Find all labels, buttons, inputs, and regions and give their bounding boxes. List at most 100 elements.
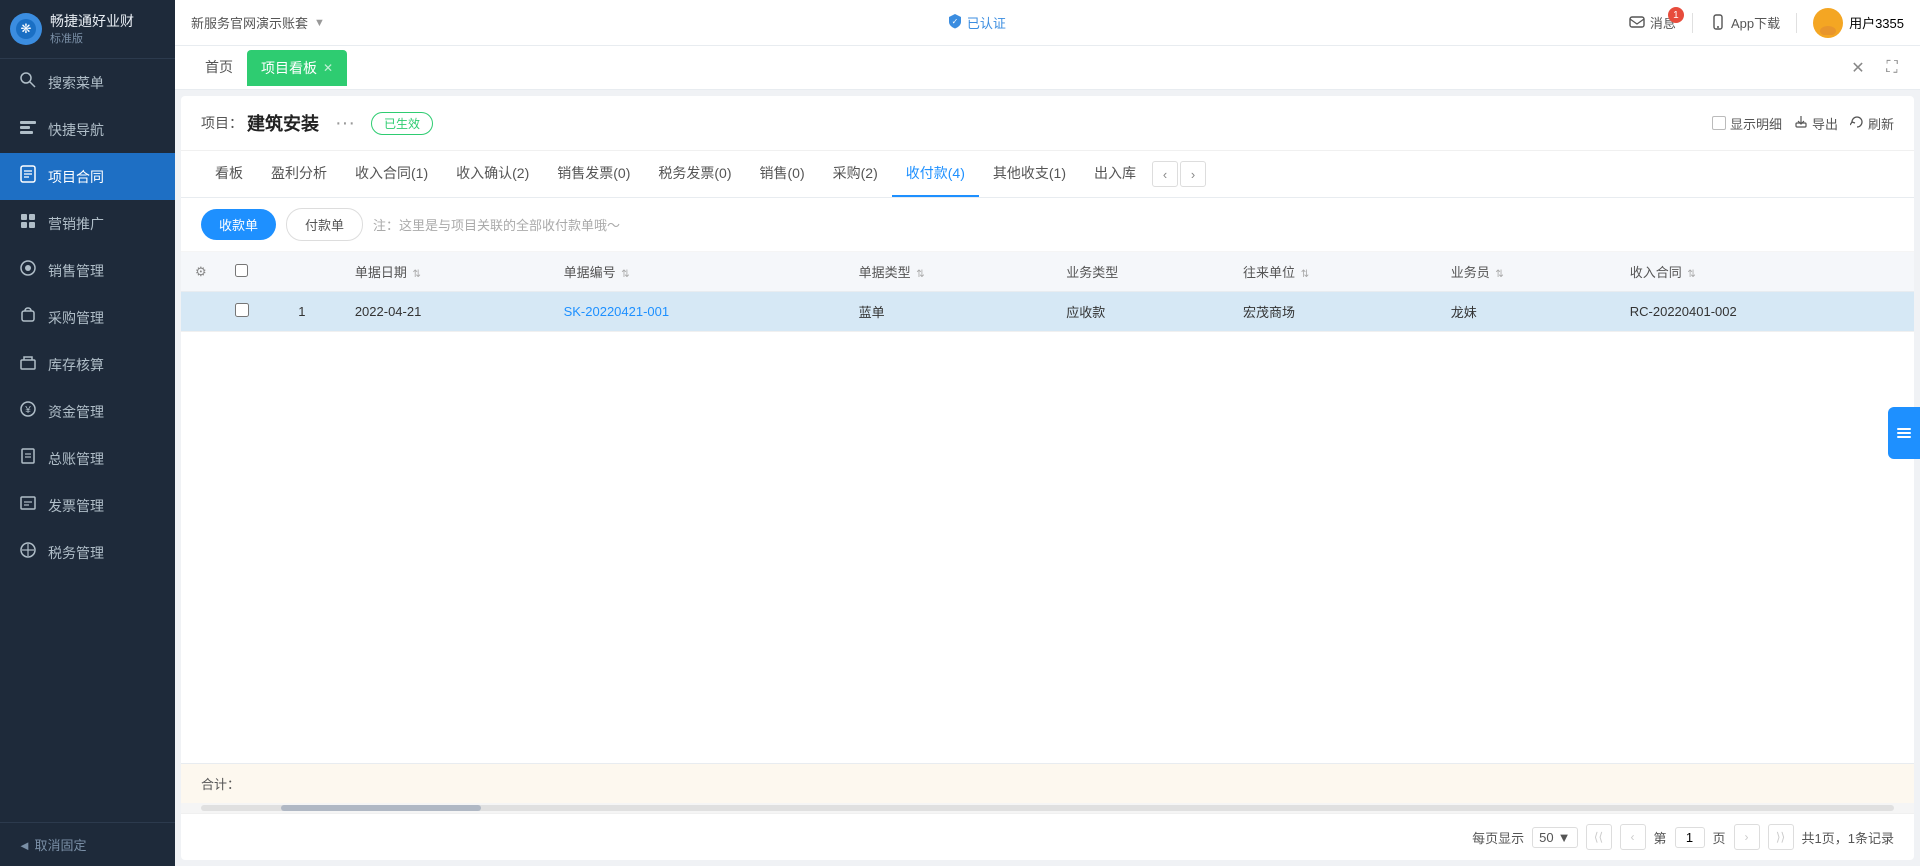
project-more-btn[interactable]: ··· <box>335 112 355 135</box>
message-btn[interactable]: 消息 1 <box>1628 13 1676 32</box>
td-type: 蓝单 <box>845 292 1053 332</box>
sidebar-item-project-contract[interactable]: 项目合同 <box>0 153 175 200</box>
th-partner[interactable]: 往来单位 ⇅ <box>1229 252 1437 292</box>
sidebar-item-label: 资金管理 <box>48 402 104 422</box>
sidebar-item-search[interactable]: 搜索菜单 <box>0 59 175 106</box>
sidebar-item-quick-nav[interactable]: 快捷导航 <box>0 106 175 153</box>
page-prev-btn[interactable]: ‹ <box>1620 824 1646 850</box>
td-code[interactable]: SK-20220421-001 <box>550 292 845 332</box>
tab-close-icon[interactable]: ✕ <box>323 61 333 75</box>
tab-project-board[interactable]: 项目看板 ✕ <box>247 50 347 86</box>
sidebar-item-sales-mgmt[interactable]: 销售管理 <box>0 247 175 294</box>
settings-icon[interactable]: ⚙ <box>195 264 207 279</box>
page-next-btn[interactable]: › <box>1734 824 1760 850</box>
td-date: 2022-04-21 <box>341 292 550 332</box>
project-status-badge: 已生效 <box>371 112 433 135</box>
sidebar-item-tax-mgmt[interactable]: 税务管理 <box>0 529 175 576</box>
float-btn-icon <box>1894 423 1914 443</box>
td-partner: 宏茂商场 <box>1229 292 1437 332</box>
th-code[interactable]: 单据编号 ⇅ <box>550 252 845 292</box>
filter-payment-btn[interactable]: 付款单 <box>286 208 363 241</box>
scrollbar-thumb[interactable] <box>281 805 481 811</box>
th-settings[interactable]: ⚙ <box>181 252 221 292</box>
per-page-label: 每页显示 <box>1472 828 1524 847</box>
sub-tab-next-btn[interactable]: › <box>1180 161 1206 187</box>
sub-tab-tax-invoice[interactable]: 税务发票(0) <box>644 151 745 197</box>
shield-icon: ✓ <box>947 13 963 32</box>
sub-tab-income-confirm[interactable]: 收入确认(2) <box>442 151 543 197</box>
app-name-block: 畅捷通好业财 标准版 <box>50 12 134 46</box>
topbar: 新服务官网演示账套 ▼ ✓ 已认证 消息 1 App下载 <box>175 0 1920 46</box>
sidebar-item-label: 项目合同 <box>48 167 104 187</box>
show-detail-checkbox-box[interactable] <box>1712 116 1726 130</box>
partner-sort-icon: ⇅ <box>1301 269 1309 280</box>
sub-tab-receipt-payment[interactable]: 收付款(4) <box>892 151 979 197</box>
sidebar-unpin-btn[interactable]: ◄ 取消固定 <box>0 822 175 866</box>
horizontal-scrollbar[interactable] <box>181 803 1914 813</box>
user-menu-btn[interactable]: 用户3355 <box>1813 8 1904 38</box>
sub-tab-prev-btn[interactable]: ‹ <box>1152 161 1178 187</box>
demo-account-label[interactable]: 新服务官网演示账套 ▼ <box>191 13 325 32</box>
tax-mgmt-icon <box>18 541 38 564</box>
page-last-btn[interactable]: ⟩⟩ <box>1768 824 1794 850</box>
demo-dropdown-arrow[interactable]: ▼ <box>314 17 325 29</box>
scrollbar-track[interactable] <box>201 805 1894 811</box>
sub-tab-profit[interactable]: 盈利分析 <box>257 151 341 197</box>
page-label: 第 <box>1654 828 1667 847</box>
th-salesperson[interactable]: 业务员 ⇅ <box>1437 252 1616 292</box>
sub-tab-purchase[interactable]: 采购(2) <box>819 151 892 197</box>
sub-tabs: 看板 盈利分析 收入合同(1) 收入确认(2) 销售发票(0) 税务发票(0) … <box>181 151 1914 198</box>
sidebar-scroll: 搜索菜单 快捷导航 项目合同 营销推广 销售管理 <box>0 59 175 822</box>
sub-tab-in-out[interactable]: 出入库 <box>1080 151 1150 197</box>
sub-tab-sales-invoice[interactable]: 销售发票(0) <box>543 151 644 197</box>
th-date[interactable]: 单据日期 ⇅ <box>341 252 550 292</box>
phone-icon <box>1709 14 1727 32</box>
finance-icon: ¥ <box>18 400 38 423</box>
window-close-btn[interactable]: ✕ <box>1846 56 1870 80</box>
tab-home[interactable]: 首页 <box>191 47 247 89</box>
right-float-btn[interactable] <box>1888 407 1920 459</box>
record-link[interactable]: SK-20220421-001 <box>564 304 670 319</box>
sub-tab-income-contract[interactable]: 收入合同(1) <box>341 151 442 197</box>
svg-text:✓: ✓ <box>952 17 959 26</box>
code-sort-icon: ⇅ <box>621 269 629 280</box>
page-size-value: 50 <box>1539 830 1553 845</box>
message-icon <box>1628 14 1646 32</box>
svg-text:¥: ¥ <box>24 405 31 416</box>
sidebar-item-invoice-mgmt[interactable]: 发票管理 <box>0 482 175 529</box>
type-sort-icon: ⇅ <box>916 269 924 280</box>
project-contract-icon <box>18 165 38 188</box>
page-first-btn[interactable]: ⟨⟨ <box>1586 824 1612 850</box>
th-type[interactable]: 单据类型 ⇅ <box>845 252 1053 292</box>
tab-project-board-label: 项目看板 <box>261 58 317 78</box>
refresh-btn[interactable]: 刷新 <box>1850 114 1894 133</box>
sub-tab-kanban[interactable]: 看板 <box>201 151 257 197</box>
sidebar-item-marketing[interactable]: 营销推广 <box>0 200 175 247</box>
message-badge: 1 <box>1668 7 1684 23</box>
show-detail-checkbox[interactable]: 显示明细 <box>1712 114 1782 133</box>
th-income-contract[interactable]: 收入合同 ⇅ <box>1616 252 1914 292</box>
sales-mgmt-icon <box>18 259 38 282</box>
page-number-input[interactable] <box>1675 827 1705 848</box>
sidebar-item-ledger[interactable]: 总账管理 <box>0 435 175 482</box>
row-checkbox[interactable] <box>235 303 249 317</box>
sidebar-item-purchase-mgmt[interactable]: 采购管理 <box>0 294 175 341</box>
sidebar-item-label: 库存核算 <box>48 355 104 375</box>
app-edition: 标准版 <box>50 30 134 46</box>
window-maximize-btn[interactable]: ⛶ <box>1880 56 1904 80</box>
app-download-btn[interactable]: App下载 <box>1709 13 1780 32</box>
td-checkbox[interactable] <box>221 292 263 332</box>
select-all-checkbox[interactable] <box>235 264 248 277</box>
export-btn[interactable]: 导出 <box>1794 114 1838 133</box>
sub-tab-sales[interactable]: 销售(0) <box>746 151 819 197</box>
sidebar-item-inventory[interactable]: 库存核算 <box>0 341 175 388</box>
page-size-select[interactable]: 50 ▼ <box>1532 827 1577 848</box>
filter-receipt-btn[interactable]: 收款单 <box>201 209 276 240</box>
sidebar-item-finance[interactable]: ¥ 资金管理 <box>0 388 175 435</box>
purchase-mgmt-icon <box>18 306 38 329</box>
search-menu-icon <box>18 71 38 94</box>
main-area: 新服务官网演示账套 ▼ ✓ 已认证 消息 1 App下载 <box>175 0 1920 866</box>
project-actions: 显示明细 导出 刷新 <box>1712 114 1894 133</box>
refresh-label: 刷新 <box>1868 114 1894 133</box>
sub-tab-other-expense[interactable]: 其他收支(1) <box>979 151 1080 197</box>
